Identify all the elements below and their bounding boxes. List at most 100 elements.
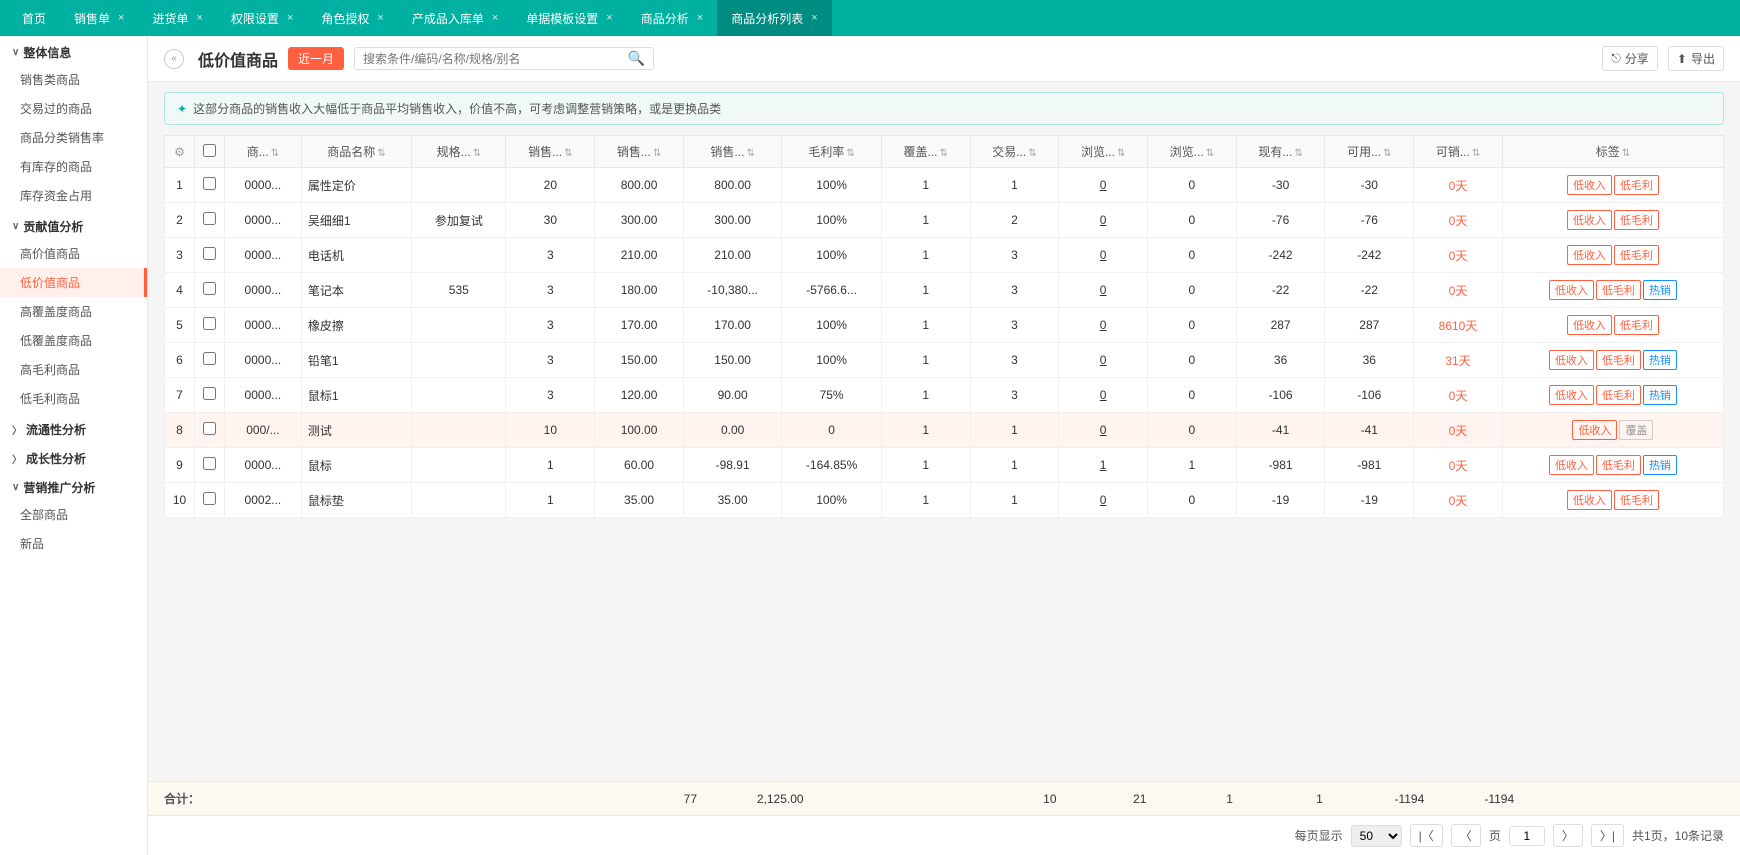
row-browse1[interactable]: 1: [1059, 448, 1148, 483]
row-browse1[interactable]: 0: [1059, 238, 1148, 273]
row-checkbox[interactable]: [203, 282, 216, 295]
col-tags[interactable]: 标签⇅: [1502, 136, 1723, 168]
col-settings[interactable]: ⚙: [165, 136, 195, 168]
sidebar-item-capital[interactable]: 库存资金占用: [0, 181, 147, 210]
sidebar-item-low-gross[interactable]: 低毛利商品: [0, 384, 147, 413]
sidebar-group-marketing[interactable]: ∨ 营销推广分析: [0, 471, 147, 500]
row-browse1[interactable]: 0: [1059, 378, 1148, 413]
search-input[interactable]: [363, 52, 628, 66]
sidebar-group-liquidity[interactable]: 〉 流通性分析: [0, 413, 147, 442]
row-checkbox[interactable]: [203, 387, 216, 400]
nav-analysis-list[interactable]: 商品分析列表 ×: [717, 0, 831, 36]
sidebar-item-all-products[interactable]: 全部商品: [0, 500, 147, 529]
search-icon[interactable]: 🔍: [628, 50, 645, 67]
row-browse1[interactable]: 0: [1059, 413, 1148, 448]
page-input[interactable]: [1509, 826, 1545, 846]
col-browse1[interactable]: 浏览...⇅: [1059, 136, 1148, 168]
browse1-val[interactable]: 0: [1100, 178, 1107, 192]
per-page-select[interactable]: 50 100 200: [1351, 825, 1402, 847]
browse1-val[interactable]: 0: [1100, 213, 1107, 227]
sidebar-item-sales-category[interactable]: 销售类商品: [0, 65, 147, 94]
browse1-val[interactable]: 0: [1100, 248, 1107, 262]
browse1-val[interactable]: 0: [1100, 423, 1107, 437]
sidebar-group-contribution[interactable]: ∨ 贡献值分析: [0, 210, 147, 239]
nav-production[interactable]: 产成品入库单 ×: [398, 0, 512, 36]
row-browse1[interactable]: 0: [1059, 343, 1148, 378]
browse1-val[interactable]: 0: [1100, 283, 1107, 297]
sidebar-item-new-products[interactable]: 新品: [0, 529, 147, 558]
col-code[interactable]: 商...⇅: [225, 136, 302, 168]
col-browse2[interactable]: 浏览...⇅: [1148, 136, 1237, 168]
close-purchase[interactable]: ×: [196, 12, 202, 24]
nav-analysis[interactable]: 商品分析 ×: [627, 0, 717, 36]
col-spec[interactable]: 规格...⇅: [412, 136, 506, 168]
col-stock[interactable]: 现有...⇅: [1236, 136, 1325, 168]
nav-template[interactable]: 单据模板设置 ×: [512, 0, 626, 36]
select-all-checkbox[interactable]: [203, 144, 216, 157]
col-gross-rate[interactable]: 毛利率⇅: [782, 136, 881, 168]
browse1-val[interactable]: 0: [1100, 318, 1107, 332]
browse1-val[interactable]: 0: [1100, 388, 1107, 402]
filter-month-btn[interactable]: 近一月: [288, 47, 344, 70]
close-sales[interactable]: ×: [118, 12, 124, 24]
next-page-btn[interactable]: 〉: [1553, 824, 1583, 847]
export-btn[interactable]: ⬆ 导出: [1668, 46, 1724, 71]
close-role[interactable]: ×: [377, 12, 383, 24]
browse1-val[interactable]: 0: [1100, 493, 1107, 507]
sidebar-item-traded[interactable]: 交易过的商品: [0, 94, 147, 123]
col-avail[interactable]: 可用...⇅: [1325, 136, 1414, 168]
col-sales-qty[interactable]: 销售...⇅: [506, 136, 595, 168]
close-production[interactable]: ×: [492, 12, 498, 24]
row-checkbox-cell[interactable]: [195, 483, 225, 518]
row-checkbox-cell[interactable]: [195, 413, 225, 448]
browse1-val[interactable]: 1: [1100, 458, 1107, 472]
row-checkbox[interactable]: [203, 492, 216, 505]
row-checkbox[interactable]: [203, 177, 216, 190]
col-sales-avg[interactable]: 销售...⇅: [683, 136, 781, 168]
row-checkbox[interactable]: [203, 422, 216, 435]
row-checkbox-cell[interactable]: [195, 308, 225, 343]
table-container[interactable]: ⚙ 商...⇅ 商品名称⇅ 规格...⇅ 销售...⇅ 销售...⇅ 销售...…: [164, 135, 1724, 781]
row-browse1[interactable]: 0: [1059, 168, 1148, 203]
row-checkbox[interactable]: [203, 317, 216, 330]
col-coverage[interactable]: 覆盖...⇅: [881, 136, 970, 168]
row-checkbox-cell[interactable]: [195, 203, 225, 238]
row-checkbox-cell[interactable]: [195, 343, 225, 378]
nav-sales[interactable]: 销售单 ×: [60, 0, 138, 36]
nav-permission[interactable]: 权限设置 ×: [217, 0, 307, 36]
close-analysis-list[interactable]: ×: [811, 12, 817, 24]
col-checkbox[interactable]: [195, 136, 225, 168]
sidebar-item-in-stock[interactable]: 有库存的商品: [0, 152, 147, 181]
sidebar-group-overall[interactable]: ∨ 整体信息: [0, 36, 147, 65]
prev-page-btn[interactable]: 〈: [1451, 824, 1481, 847]
row-checkbox-cell[interactable]: [195, 168, 225, 203]
sidebar-item-high-value[interactable]: 高价值商品: [0, 239, 147, 268]
row-checkbox-cell[interactable]: [195, 273, 225, 308]
row-checkbox[interactable]: [203, 212, 216, 225]
col-salable[interactable]: 可销...⇅: [1414, 136, 1503, 168]
browse1-val[interactable]: 0: [1100, 353, 1107, 367]
sidebar-collapse-btn[interactable]: «: [164, 49, 184, 69]
row-checkbox[interactable]: [203, 457, 216, 470]
row-checkbox[interactable]: [203, 352, 216, 365]
close-analysis[interactable]: ×: [697, 12, 703, 24]
col-sales-amount[interactable]: 销售...⇅: [595, 136, 684, 168]
row-browse1[interactable]: 0: [1059, 203, 1148, 238]
row-checkbox-cell[interactable]: [195, 378, 225, 413]
row-checkbox-cell[interactable]: [195, 448, 225, 483]
row-checkbox[interactable]: [203, 247, 216, 260]
row-checkbox-cell[interactable]: [195, 238, 225, 273]
sidebar-item-low-value[interactable]: 低价值商品: [0, 268, 147, 297]
nav-home[interactable]: 首页: [8, 0, 60, 36]
close-template[interactable]: ×: [606, 12, 612, 24]
nav-purchase[interactable]: 进货单 ×: [138, 0, 216, 36]
nav-role[interactable]: 角色授权 ×: [307, 0, 397, 36]
col-name[interactable]: 商品名称⇅: [301, 136, 411, 168]
sidebar-item-low-coverage[interactable]: 低覆盖度商品: [0, 326, 147, 355]
sidebar-item-category-rate[interactable]: 商品分类销售率: [0, 123, 147, 152]
sidebar-group-growth[interactable]: 〉 成长性分析: [0, 442, 147, 471]
col-trade[interactable]: 交易...⇅: [970, 136, 1059, 168]
close-permission[interactable]: ×: [287, 12, 293, 24]
last-page-btn[interactable]: 〉|: [1591, 824, 1624, 847]
share-btn[interactable]: ⎋ 分享: [1602, 46, 1658, 71]
